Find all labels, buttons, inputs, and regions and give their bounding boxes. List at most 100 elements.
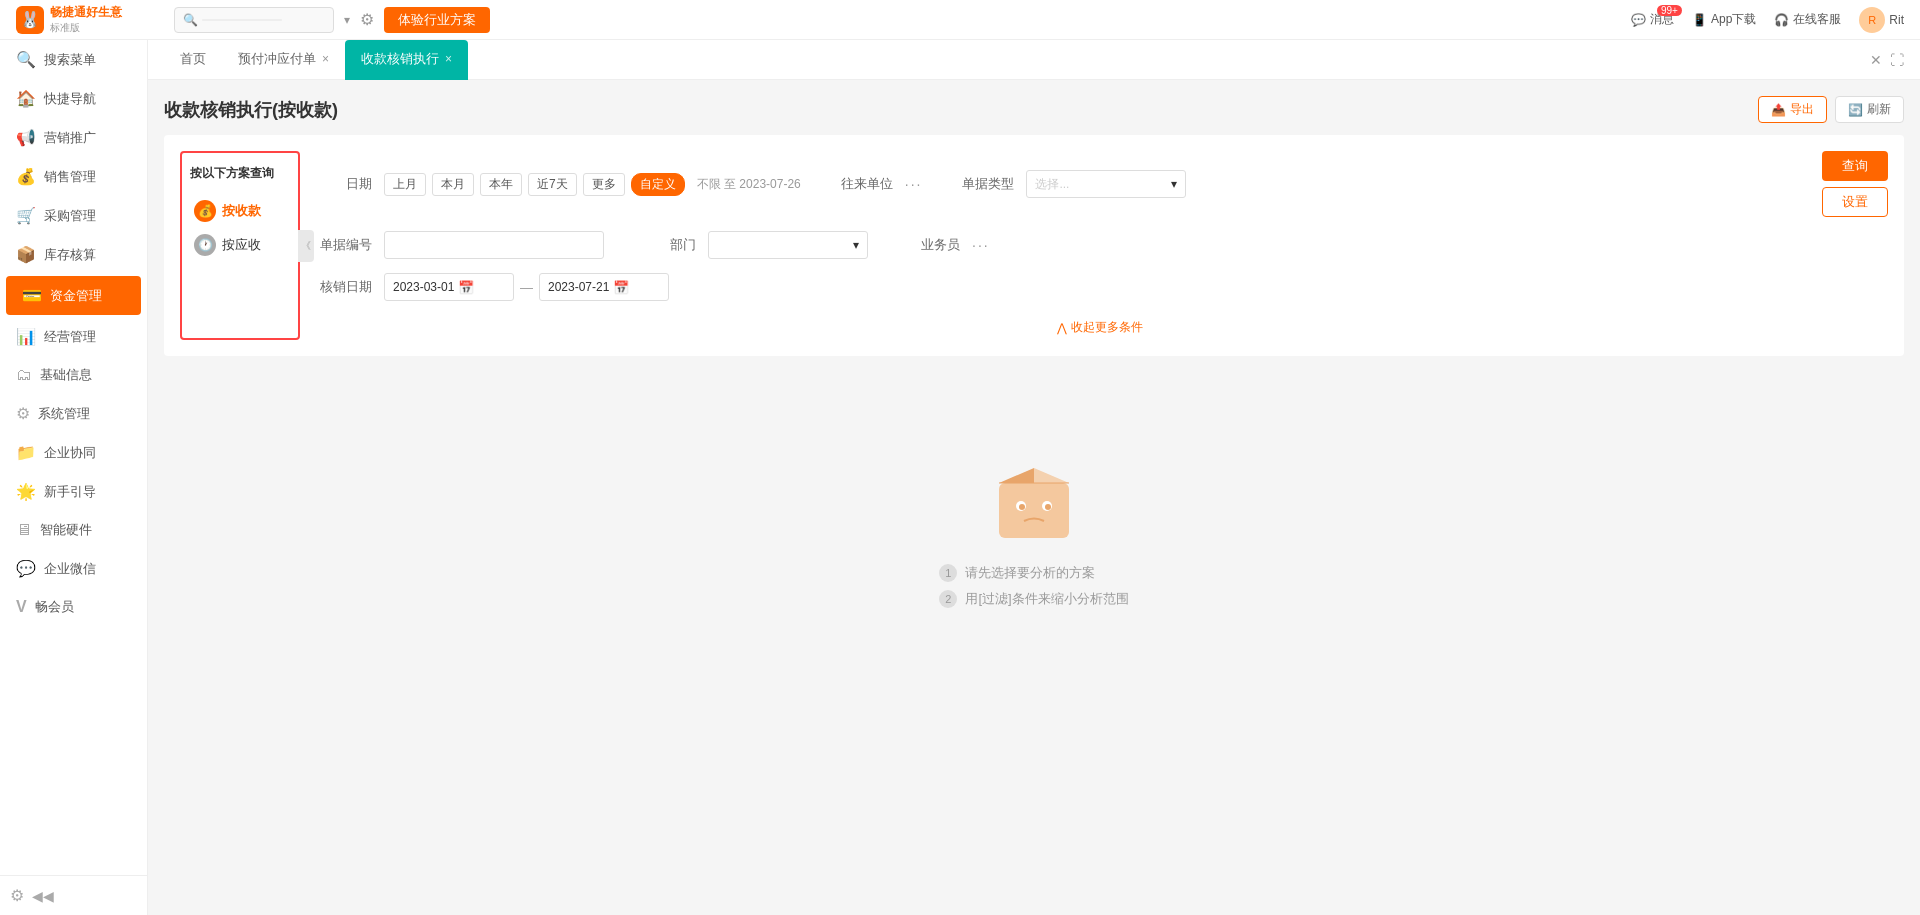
empty-hint-2: 2 用[过滤]条件来缩小分析范围 [939,590,1128,608]
sidebar-item-search[interactable]: 🔍 搜索菜单 [0,40,147,79]
page-header: 收款核销执行(按收款) 📤 导出 🔄 刷新 [164,96,1904,123]
hardware-icon: 🖥 [16,521,32,539]
operation-icon: 📊 [16,327,36,346]
department-select[interactable]: ▾ [708,231,868,259]
tab-prepay[interactable]: 预付冲应付单 × [222,40,345,80]
sidebar-item-member[interactable]: V 畅会员 [0,588,147,626]
sidebar-settings-icon[interactable]: ⚙ [10,886,24,905]
filter-scheme-panel: 按以下方案查询 💰 按收款 🕐 按应收 《 [180,151,300,340]
empty-hints: 1 请先选择要分析的方案 2 用[过滤]条件来缩小分析范围 [939,564,1128,608]
date-btn-thismonth[interactable]: 本月 [432,173,474,196]
sidebar-item-operation[interactable]: 📊 经营管理 [0,317,147,356]
user-avatar[interactable]: R Rit [1859,7,1904,33]
topbar: 🐰 畅捷通好生意 标准版 🔍 ▾ ⚙ 体验行业方案 💬 消息 99+ 📱 App… [0,0,1920,40]
purchase-icon: 🛒 [16,206,36,225]
tab-expand-icon[interactable]: ⛶ [1890,52,1904,68]
filter-row-1: 日期 上月 本月 本年 近7天 更多 自定义 不限 至 2023-07-26 往… [312,151,1888,217]
finance-icon: 💳 [22,286,42,305]
sidebar-item-finance[interactable]: 💳 资金管理 [6,276,141,315]
writeoff-date-from-input[interactable]: 2023-03-01 📅 [384,273,514,301]
tab-writeoff-close[interactable]: × [445,52,452,66]
app-download-button[interactable]: 📱 App下载 [1692,11,1756,28]
date-quick-group: 上月 本月 本年 近7天 更多 自定义 [384,173,685,196]
tabbar: 首页 预付冲应付单 × 收款核销执行 × ✕ ⛶ [148,40,1920,80]
message-button[interactable]: 💬 消息 99+ [1631,11,1674,28]
writeoff-date-group: 2023-03-01 📅 — 2023-07-21 📅 [384,273,669,301]
sidebar-collapse-icon[interactable]: ◀◀ [32,888,54,904]
tab-home[interactable]: 首页 [164,40,222,80]
sidebar-bottom: ⚙ ◀◀ [0,875,147,915]
empty-illustration [974,448,1094,548]
industry-solution-button[interactable]: 体验行业方案 [384,7,490,33]
receivable-icon: 🕐 [194,234,216,256]
sidebar-item-marketing[interactable]: 📢 营销推广 [0,118,147,157]
topbar-settings-icon[interactable]: ⚙ [360,10,374,29]
tab-close-all-icon[interactable]: ✕ [1870,52,1882,68]
logo-text: 畅捷通好生意 标准版 [50,4,122,35]
online-service-button[interactable]: 🎧 在线客服 [1774,11,1841,28]
sidebar-item-sales[interactable]: 💰 销售管理 [0,157,147,196]
date-range-text: 不限 至 2023-07-26 [697,176,801,193]
settings-button[interactable]: 设置 [1822,187,1888,217]
docnumber-label: 单据编号 [312,236,372,254]
filter-option-by-receivable[interactable]: 🕐 按应收 [190,228,290,262]
filter-sidebar-title: 按以下方案查询 [190,165,290,182]
avatar: R [1859,7,1885,33]
sidebar-item-weixin[interactable]: 💬 企业微信 [0,549,147,588]
calendar-from-icon[interactable]: 📅 [458,280,474,295]
date-btn-custom[interactable]: 自定义 [631,173,685,196]
sales-icon: 💰 [16,167,36,186]
writeoff-date-to-input[interactable]: 2023-07-21 📅 [539,273,669,301]
date-btn-7days[interactable]: 近7天 [528,173,577,196]
export-button[interactable]: 📤 导出 [1758,96,1827,123]
page-actions: 📤 导出 🔄 刷新 [1758,96,1904,123]
doctype-select[interactable]: 选择... ▾ [1026,170,1186,198]
sidebar-item-guide[interactable]: 🌟 新手引导 [0,472,147,511]
weixin-icon: 💬 [16,559,36,578]
sidebar-item-hardware[interactable]: 🖥 智能硬件 [0,511,147,549]
topbar-dropdown-arrow[interactable]: ▾ [344,13,350,27]
sidebar-item-quicknav[interactable]: 🏠 快捷导航 [0,79,147,118]
doctype-label: 单据类型 [954,175,1014,193]
tab-writeoff[interactable]: 收款核销执行 × [345,40,468,80]
sidebar: 🔍 搜索菜单 🏠 快捷导航 📢 营销推广 💰 销售管理 🛒 采购管理 📦 库存核… [0,40,148,915]
search-icon: 🔍 [16,50,36,69]
tab-prepay-close[interactable]: × [322,52,329,66]
filter-option-by-receipt[interactable]: 💰 按收款 [190,194,290,228]
staff-label: 业务员 [900,236,960,254]
sidebar-item-sysmanage[interactable]: ⚙ 系统管理 [0,394,147,433]
calendar-to-icon[interactable]: 📅 [613,280,629,295]
logo-area: 🐰 畅捷通好生意 标准版 [16,4,164,35]
sidebar-item-enterprise[interactable]: 📁 企业协同 [0,433,147,472]
date-btn-more[interactable]: 更多 [583,173,625,196]
marketing-icon: 📢 [16,128,36,147]
empty-svg [974,448,1094,548]
tabbar-right: ✕ ⛶ [1870,52,1904,68]
page-title: 收款核销执行(按收款) [164,98,338,122]
filter-actions: 查询 设置 [1822,151,1888,217]
empty-state: 1 请先选择要分析的方案 2 用[过滤]条件来缩小分析范围 [164,368,1904,688]
refresh-button[interactable]: 🔄 刷新 [1835,96,1904,123]
query-button[interactable]: 查询 [1822,151,1888,181]
filter-row-2: 单据编号 部门 ▾ 业务员 ··· [312,231,1888,259]
username-label: Rit [1889,13,1904,27]
date-btn-thisyear[interactable]: 本年 [480,173,522,196]
enterprise-icon: 📁 [16,443,36,462]
topbar-right: 💬 消息 99+ 📱 App下载 🎧 在线客服 R Rit [1631,7,1904,33]
filter-rows: 日期 上月 本月 本年 近7天 更多 自定义 不限 至 2023-07-26 往… [312,151,1888,340]
sidebar-item-purchase[interactable]: 🛒 采购管理 [0,196,147,235]
staff-input-dots[interactable]: ··· [972,237,990,253]
topbar-search[interactable]: 🔍 [174,7,334,33]
filter-sidebar-collapse-btn[interactable]: 《 [298,230,314,262]
counterparty-label: 往来单位 [833,175,893,193]
svg-point-5 [1045,504,1051,510]
main-content: 首页 预付冲应付单 × 收款核销执行 × ✕ ⛶ 收款核销执行(按收款) 📤 导… [148,40,1920,915]
counterparty-input-dots[interactable]: ··· [905,176,923,192]
svg-point-4 [1019,504,1025,510]
date-btn-lastmonth[interactable]: 上月 [384,173,426,196]
sidebar-item-inventory[interactable]: 📦 库存核算 [0,235,147,274]
collapse-conditions-button[interactable]: ⋀ 收起更多条件 [312,315,1888,340]
sidebar-item-basicinfo[interactable]: 🗂 基础信息 [0,356,147,394]
system-icon: ⚙ [16,404,30,423]
docnumber-input[interactable] [384,231,604,259]
